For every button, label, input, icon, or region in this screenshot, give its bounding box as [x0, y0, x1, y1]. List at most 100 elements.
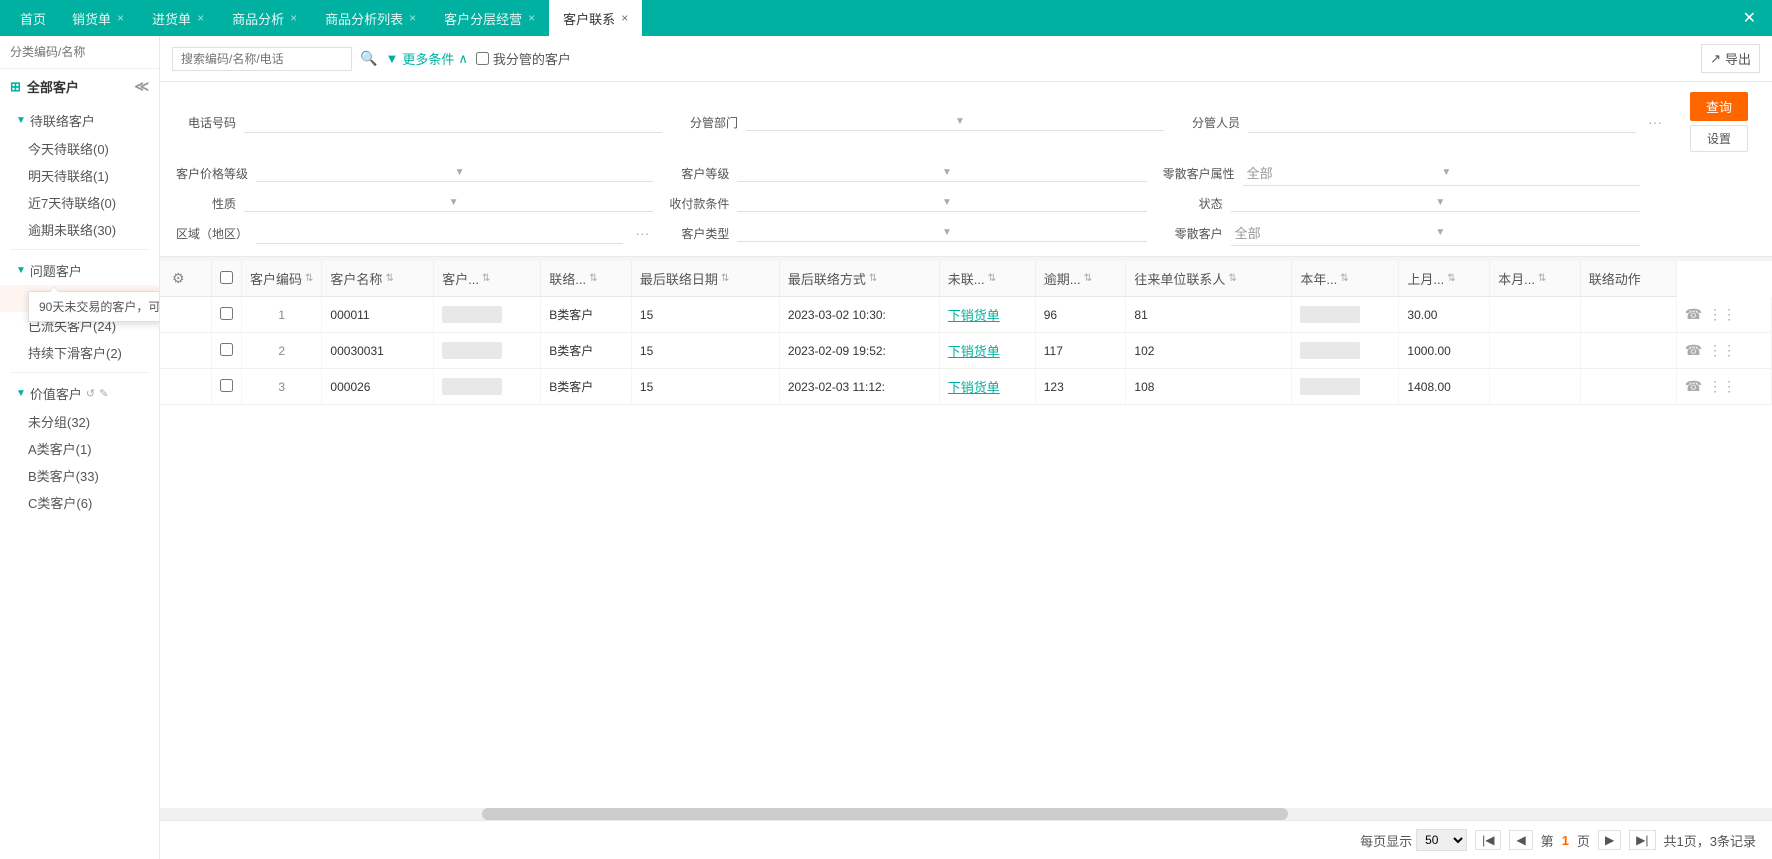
sidebar-item-class-a-label: A类客户(1)	[28, 439, 92, 458]
more-conditions-button[interactable]: ▼ 更多条件 ∧	[385, 49, 467, 68]
sort-icon-type[interactable]: ⇅	[482, 273, 490, 284]
filter-phone-input[interactable]	[244, 112, 662, 133]
sort-icon-last-month[interactable]: ⇅	[1447, 273, 1455, 284]
sidebar-item-today-contact[interactable]: 今天待联络(0)	[0, 135, 159, 162]
filter-customer-type-select[interactable]: ▼	[737, 224, 1146, 242]
row-overdue: 102	[1126, 333, 1292, 369]
col-year-amount-label: 本年...	[1300, 269, 1337, 288]
sidebar-item-class-c[interactable]: C类客户(6)	[0, 489, 159, 516]
sort-icon-year[interactable]: ⇅	[1340, 273, 1348, 284]
tab-customer-tier[interactable]: 客户分层经营 ×	[430, 0, 549, 36]
refresh-icon[interactable]: ↺	[86, 387, 95, 400]
sort-icon-last-type[interactable]: ⇅	[869, 273, 877, 284]
filter-manager-input[interactable]	[1248, 112, 1636, 133]
more-region-icon[interactable]: ···	[631, 225, 653, 241]
my-customers-checkbox-container: 我分管的客户	[476, 49, 571, 68]
my-customers-checkbox[interactable]	[476, 52, 489, 65]
row-checkbox[interactable]	[220, 379, 233, 392]
filter-customer-grade-select[interactable]: ▼	[737, 164, 1146, 182]
contact-action-icon[interactable]: ☎	[1685, 306, 1702, 323]
tab-product-list[interactable]: 商品分析列表 ×	[311, 0, 430, 36]
more-action-icon[interactable]: ⋮⋮	[1708, 378, 1736, 395]
more-action-icon[interactable]: ⋮⋮	[1708, 342, 1736, 359]
prev-page-button[interactable]: ◀	[1509, 830, 1532, 850]
horizontal-scrollbar[interactable]	[160, 808, 1772, 820]
sidebar-item-7days-contact[interactable]: 近7天待联络(0)	[0, 189, 159, 216]
export-button[interactable]: ↗ 导出	[1701, 44, 1760, 73]
sidebar-item-declining[interactable]: 持续下滑客户(2)	[0, 339, 159, 366]
row-checkbox[interactable]	[220, 307, 233, 320]
tab-customer-contact[interactable]: 客户联系 ×	[549, 0, 642, 36]
sort-icon-this-month[interactable]: ⇅	[1538, 273, 1546, 284]
row-year-amount: 1408.00	[1399, 369, 1490, 405]
close-product-analysis-icon[interactable]: ×	[290, 11, 297, 25]
row-settings	[160, 333, 212, 369]
per-page-select[interactable]: 50 100 200	[1416, 829, 1467, 851]
close-customer-tier-icon[interactable]: ×	[528, 11, 535, 25]
sidebar-group-problem-header[interactable]: ▼ 问题客户	[0, 256, 159, 285]
contact-type-link[interactable]: 下销货单	[948, 380, 1000, 395]
tab-home[interactable]: 首页	[8, 0, 58, 36]
sort-icon-name[interactable]: ⇅	[385, 273, 393, 284]
sidebar-item-class-b[interactable]: B类客户(33)	[0, 462, 159, 489]
close-customer-contact-icon[interactable]: ×	[621, 11, 628, 25]
sidebar-item-ungrouped[interactable]: 未分组(32)	[0, 408, 159, 435]
sort-icon-contacts[interactable]: ⇅	[1228, 273, 1236, 284]
top-nav: 首页 销货单 × 进货单 × 商品分析 × 商品分析列表 × 客户分层经营 × …	[0, 0, 1772, 36]
col-uncontacted-label: 未联...	[948, 269, 985, 288]
contact-type-link[interactable]: 下销货单	[948, 308, 1000, 323]
filter-nature-select[interactable]: ▼	[244, 194, 653, 212]
filter-price-grade-select[interactable]: ▼	[256, 164, 653, 182]
select-all-checkbox[interactable]	[220, 271, 233, 284]
close-product-list-icon[interactable]: ×	[409, 11, 416, 25]
settings-button[interactable]: 设置	[1690, 125, 1748, 152]
filter-dept-select[interactable]: ▼	[746, 113, 1164, 131]
row-checkbox-cell	[212, 369, 242, 405]
sort-icon-last-date[interactable]: ⇅	[721, 273, 729, 284]
query-button[interactable]: 查询	[1690, 92, 1748, 121]
next-page-button[interactable]: ▶	[1598, 830, 1621, 850]
tab-sales[interactable]: 销货单 ×	[58, 0, 138, 36]
sidebar-item-class-a[interactable]: A类客户(1)	[0, 435, 159, 462]
sidebar-item-overdue-contact[interactable]: 逾期未联络(30)	[0, 216, 159, 243]
sort-icon-contact[interactable]: ⇅	[589, 273, 597, 284]
tab-product-list-label: 商品分析列表	[325, 9, 403, 28]
sort-icon-uncontacted[interactable]: ⇅	[988, 273, 996, 284]
row-checkbox-cell	[212, 297, 242, 333]
contact-action-icon[interactable]: ☎	[1685, 342, 1702, 359]
filter-retail-select[interactable]: 全部 ▼	[1231, 220, 1640, 246]
filter-region-input[interactable]	[256, 223, 623, 244]
search-button[interactable]: 🔍	[360, 50, 377, 67]
contact-action-icon[interactable]: ☎	[1685, 378, 1702, 395]
all-customers-header[interactable]: ⊞ 全部客户 ≪	[0, 69, 159, 104]
row-this-month-amount	[1580, 297, 1676, 333]
tab-purchase[interactable]: 进货单 ×	[138, 0, 218, 36]
close-sales-icon[interactable]: ×	[117, 11, 124, 25]
sort-icon-code[interactable]: ⇅	[305, 273, 313, 284]
sidebar-item-tomorrow-contact[interactable]: 明天待联络(1)	[0, 162, 159, 189]
scrollbar-thumb[interactable]	[482, 808, 1288, 820]
row-this-month-amount	[1580, 333, 1676, 369]
contact-type-link[interactable]: 下销货单	[948, 344, 1000, 359]
sidebar-group-value-header[interactable]: ▼ 价值客户 ↺ ✎	[0, 379, 159, 408]
row-checkbox[interactable]	[220, 343, 233, 356]
filter-retail-attr-select[interactable]: 全部 ▼	[1243, 160, 1640, 186]
collapse-icon[interactable]: ≪	[134, 78, 149, 95]
edit-icon[interactable]: ✎	[99, 387, 108, 400]
more-manager-icon[interactable]: ···	[1644, 114, 1666, 130]
filter-status-select[interactable]: ▼	[1231, 194, 1640, 212]
first-page-button[interactable]: |◀	[1475, 830, 1501, 850]
filter-payment-select[interactable]: ▼	[737, 194, 1146, 212]
more-action-icon[interactable]: ⋮⋮	[1708, 306, 1736, 323]
last-page-button[interactable]: ▶|	[1629, 830, 1655, 850]
row-code: 000026	[322, 369, 434, 405]
close-window-button[interactable]: ✕	[1735, 8, 1764, 28]
sort-icon-overdue[interactable]: ⇅	[1084, 273, 1092, 284]
close-purchase-icon[interactable]: ×	[197, 11, 204, 25]
chevron-down-icon-grade: ▼	[942, 167, 1143, 178]
main-search-input[interactable]	[172, 47, 352, 71]
settings-gear-icon[interactable]: ⚙	[168, 266, 189, 290]
tab-product-analysis[interactable]: 商品分析 ×	[218, 0, 311, 36]
sidebar-group-pending-header[interactable]: ▼ 待联络客户	[0, 106, 159, 135]
sidebar-search-input[interactable]	[10, 45, 160, 59]
